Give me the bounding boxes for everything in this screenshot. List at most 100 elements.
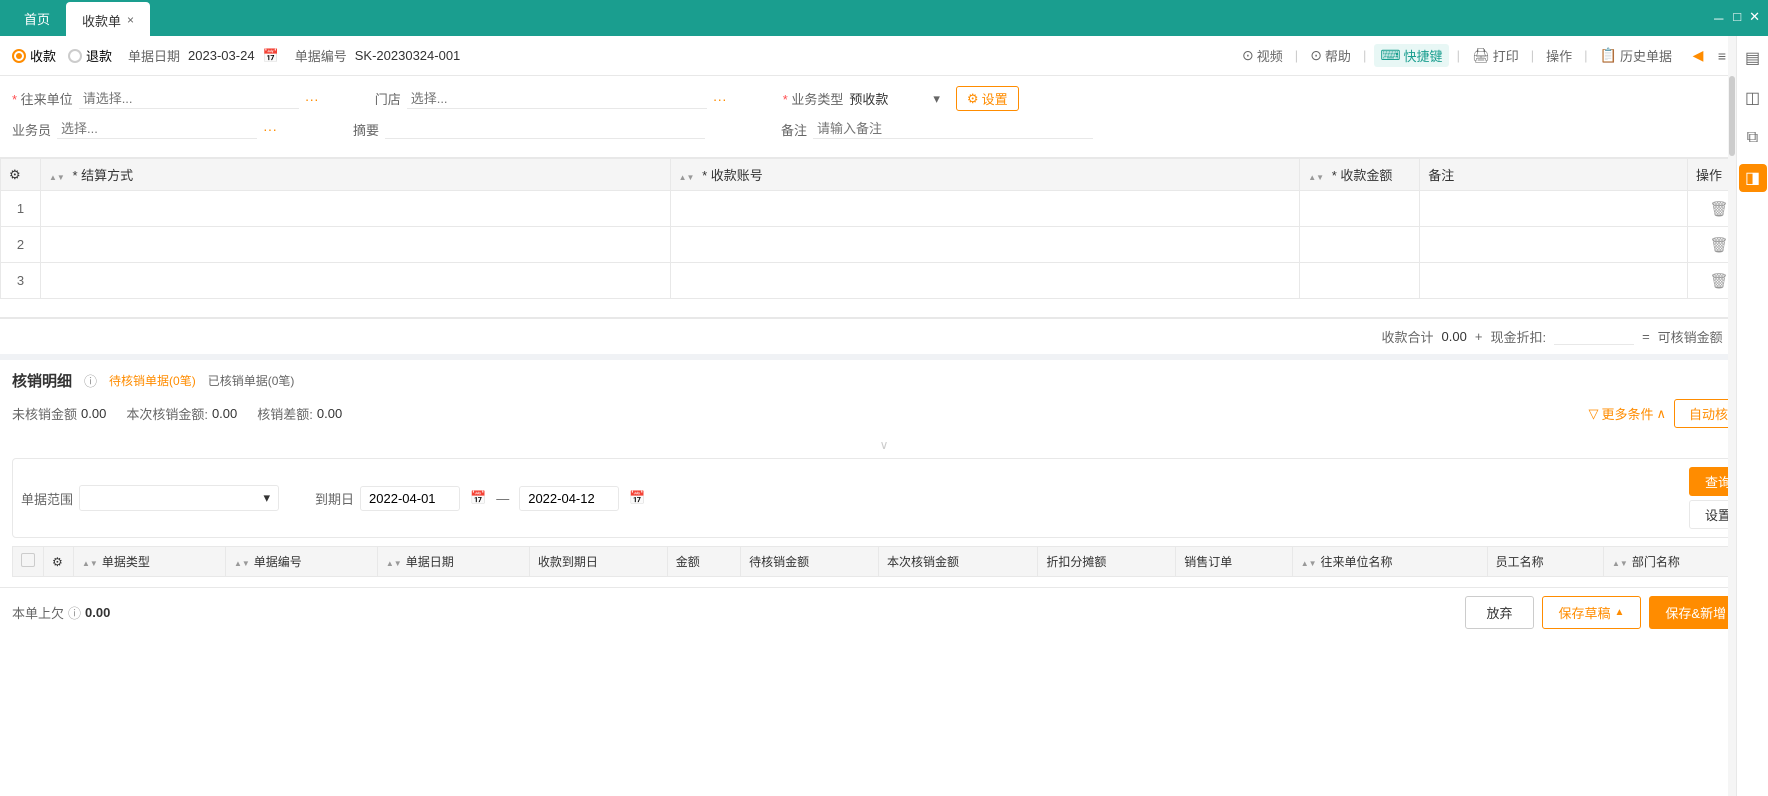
history-btn[interactable]: 📋 历史单据 [1596, 44, 1676, 67]
calendar-icon-to[interactable]: 📅 [629, 490, 645, 506]
help-btn[interactable]: ⊙ 帮助 [1306, 44, 1355, 67]
th-account-label: * 收款账号 [702, 168, 763, 183]
counterparty-input[interactable] [79, 89, 299, 109]
cell-account-1[interactable] [670, 191, 1300, 227]
page-value: 0.00 [85, 605, 110, 620]
cell-remark-2[interactable] [1420, 227, 1688, 263]
table-row: 1 🗑 ⧉ [1, 191, 1768, 227]
th-settlement-label: * 结算方式 [72, 168, 133, 183]
sidebar-icon-table[interactable]: ▤ [1739, 44, 1767, 72]
due-date-field: 到期日 📅 — 📅 [315, 486, 645, 511]
delete-icon-2[interactable]: 🗑 [1710, 236, 1729, 254]
remark-input[interactable] [813, 119, 1093, 139]
date-calendar-icon[interactable]: 📅 [263, 48, 279, 64]
counterparty-more-btn[interactable]: ··· [305, 91, 319, 107]
date-value: 2023-03-24 [188, 48, 255, 63]
collapse-icon-row: ∨ [12, 438, 1756, 452]
calendar-icon-from[interactable]: 📅 [470, 490, 486, 506]
store-more-btn[interactable]: ··· [713, 91, 727, 107]
pending-tab-link[interactable]: 待核销单据(0笔) [109, 372, 196, 389]
delete-icon-1[interactable]: 🗑 [1710, 200, 1729, 218]
gear-icon: ⚙ [9, 167, 21, 182]
form-row-2: 业务员 ··· 摘要 备注 [12, 119, 1756, 139]
prev-view-btn[interactable]: ◀ [1688, 46, 1708, 66]
refund-radio[interactable]: 退款 [68, 46, 112, 65]
th-discount: 折扣分摊额 [1038, 547, 1176, 577]
collapse-icon[interactable]: ∨ [880, 438, 889, 452]
receipt-refund-toggle: 收款 退款 [12, 46, 112, 65]
toolbar-right: ⊙ 视频 | ⊙ 帮助 | ⌨ 快捷键 | 🖨 打印 | 操作 | [1238, 44, 1756, 67]
close-icon[interactable]: ✕ [1749, 9, 1760, 28]
reconcile-info-icon[interactable]: ⓘ [84, 371, 97, 390]
business-type-value: 预收款 [849, 89, 929, 108]
summary-bar: 收款合计 0.00 + 现金折扣: = 可核销金额 0.00 [0, 318, 1768, 354]
row-num-1: 1 [1, 191, 41, 227]
abandon-label: 放弃 [1486, 606, 1512, 621]
th-counterparty: ▲▼往来单位名称 [1292, 547, 1487, 577]
remark-label: 备注 [781, 120, 807, 139]
staff-input[interactable] [57, 119, 257, 139]
cell-account-3[interactable] [670, 263, 1300, 299]
tab-close-icon[interactable]: × [127, 13, 134, 27]
history-label: 历史单据 [1620, 46, 1672, 65]
tab-home[interactable]: 首页 [8, 0, 66, 36]
chevron-up-icon: ∧ [1656, 406, 1666, 422]
scrollbar-area[interactable] [1728, 36, 1736, 796]
form-area: 往来单位 ··· 门店 ··· 业务类型 预收款 ▾ ⚙ 设置 [0, 76, 1768, 158]
th-checkbox[interactable] [13, 547, 44, 577]
sidebar-icon-link[interactable]: ⧉ [1739, 124, 1767, 152]
shortcut-btn[interactable]: ⌨ 快捷键 [1374, 44, 1448, 67]
counterparty-field: 往来单位 ··· [12, 89, 319, 109]
cell-account-2[interactable] [670, 227, 1300, 263]
cell-remark-3[interactable] [1420, 263, 1688, 299]
bill-range-select[interactable]: ▾ [79, 485, 279, 511]
cell-settlement-2[interactable] [41, 227, 671, 263]
th-sales-order: 销售订单 [1176, 547, 1292, 577]
select-all-checkbox[interactable] [21, 553, 35, 567]
window-controls: － □ ✕ [1712, 9, 1760, 28]
operation-btn[interactable]: 操作 [1542, 44, 1576, 67]
cell-remark-1[interactable] [1420, 191, 1688, 227]
staff-more-btn[interactable]: ··· [263, 121, 277, 137]
minimize-icon[interactable]: － [1712, 9, 1725, 28]
tab-receipt[interactable]: 收款单 × [66, 2, 150, 38]
receipt-table: ⚙ ▲▼ * 结算方式 ▲▼ * 收款账号 ▲▼ * 收款金额 备注 [0, 158, 1768, 299]
draft-button[interactable]: 保存草稿 ▲ [1542, 596, 1642, 629]
video-btn[interactable]: ⊙ 视频 [1238, 44, 1287, 67]
more-conditions-btn[interactable]: ▽ 更多条件 ∧ [1588, 404, 1666, 423]
toolbar: 收款 退款 单据日期 2023-03-24 📅 单据编号 SK-20230324… [0, 36, 1768, 76]
th-gear[interactable]: ⚙ [1, 159, 41, 191]
date-label: 单据日期 [128, 46, 180, 65]
draft-caret-icon: ▲ [1615, 607, 1625, 618]
th-remark: 备注 [1420, 159, 1688, 191]
cell-amount-2[interactable] [1300, 227, 1420, 263]
store-input[interactable] [407, 89, 707, 109]
info-icon-footer: ⓘ [68, 603, 81, 622]
unreconciled-stat: 未核销金额 0.00 [12, 404, 106, 423]
business-type-select[interactable]: 预收款 ▾ [849, 89, 940, 108]
table-row: 3 🗑 ⧉ [1, 263, 1768, 299]
cell-settlement-1[interactable] [41, 191, 671, 227]
refund-label: 退款 [86, 46, 112, 65]
print-btn[interactable]: 🖨 打印 [1468, 44, 1523, 67]
cell-amount-3[interactable] [1300, 263, 1420, 299]
th-staff: 员工名称 [1487, 547, 1603, 577]
th-gear-bottom[interactable]: ⚙ [44, 547, 74, 577]
done-tab-link[interactable]: 已核销单据(0笔) [208, 372, 295, 389]
receipt-radio[interactable]: 收款 [12, 46, 56, 65]
summary-input[interactable] [385, 119, 705, 139]
sidebar-icon-active[interactable]: ◨ [1739, 164, 1767, 192]
settings-button[interactable]: ⚙ 设置 [956, 86, 1019, 111]
sidebar-icon-image[interactable]: ◫ [1739, 84, 1767, 112]
maximize-icon[interactable]: □ [1733, 9, 1741, 28]
discount-input[interactable] [1554, 329, 1634, 345]
sort-icon2: ▲▼ [679, 173, 695, 182]
summary-field: 摘要 [353, 119, 705, 139]
date-to-input[interactable] [519, 486, 619, 511]
refund-radio-circle [68, 49, 82, 63]
abandon-button[interactable]: 放弃 [1465, 596, 1533, 629]
cell-amount-1[interactable] [1300, 191, 1420, 227]
date-from-input[interactable] [360, 486, 460, 511]
cell-settlement-3[interactable] [41, 263, 671, 299]
delete-icon-3[interactable]: 🗑 [1710, 272, 1729, 290]
